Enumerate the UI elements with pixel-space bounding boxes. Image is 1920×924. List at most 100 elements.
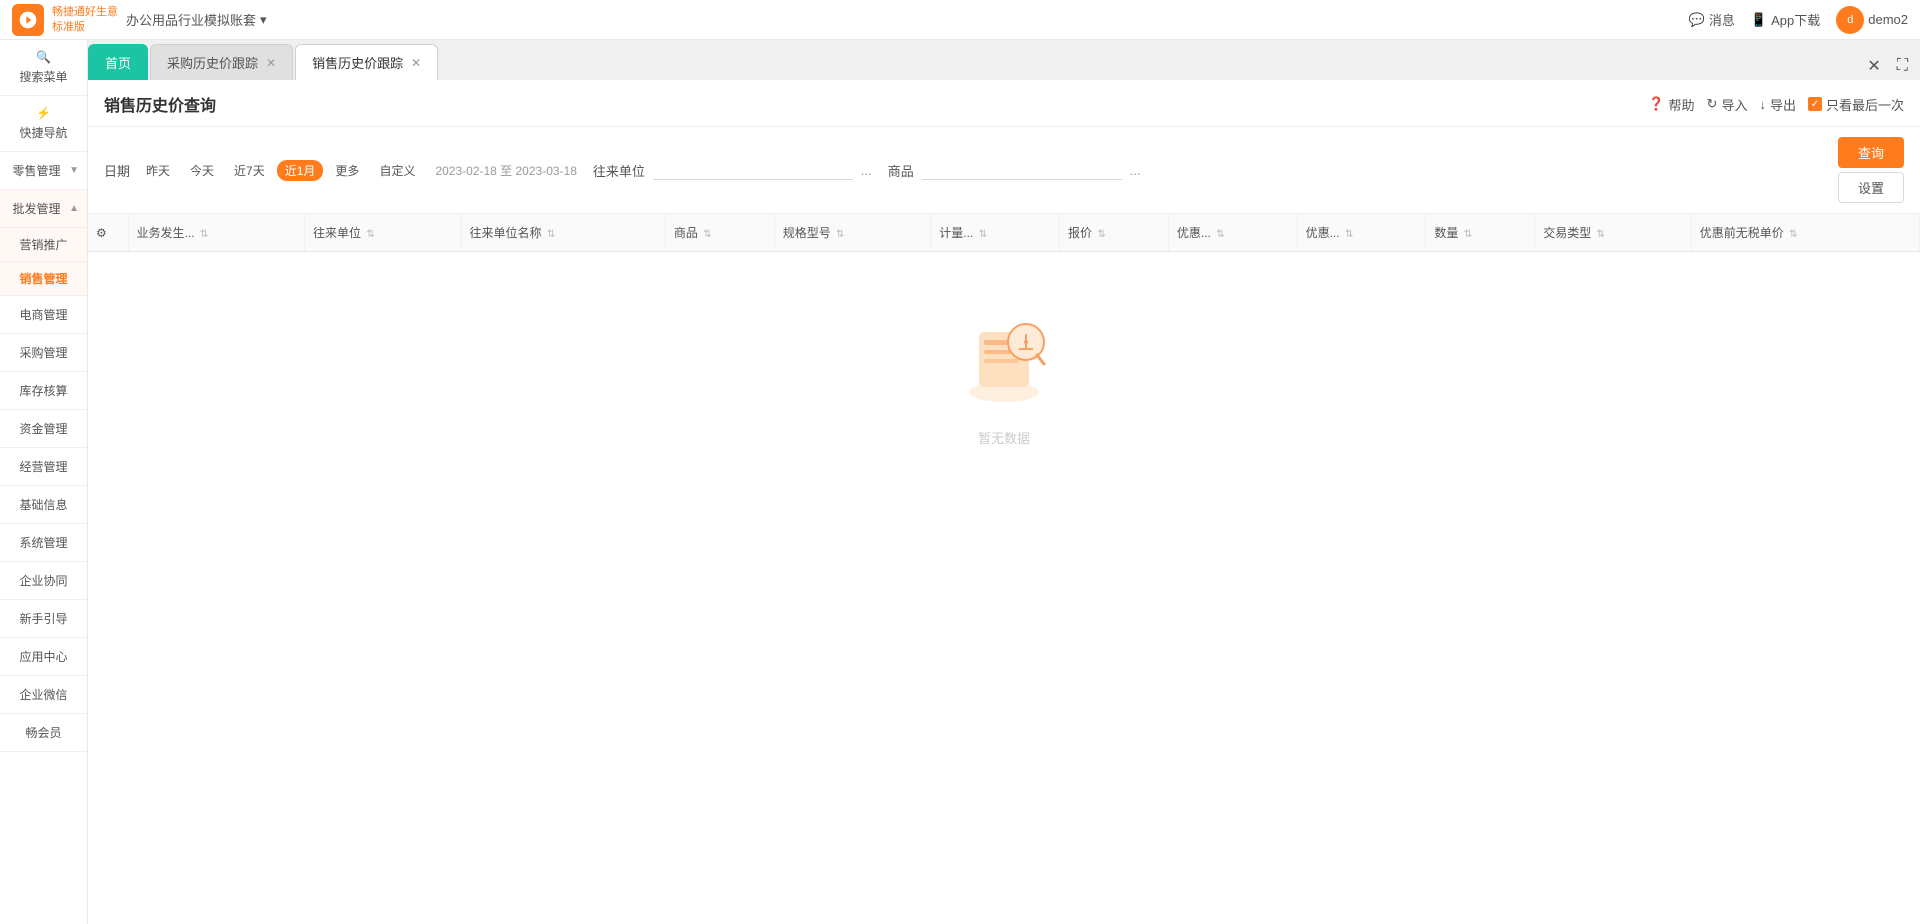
only-last-checkbox[interactable]: 只看最后一次 bbox=[1808, 95, 1904, 114]
sidebar-label-system: 系统管理 bbox=[19, 534, 67, 551]
sidebar-item-purchase[interactable]: 采购管理 bbox=[0, 334, 87, 372]
col-pretax-price[interactable]: 优惠前无税单价 ⇅ bbox=[1691, 214, 1919, 252]
sidebar-item-retail[interactable]: 零售管理 ▼ bbox=[0, 152, 87, 190]
sidebar-item-system[interactable]: 系统管理 bbox=[0, 524, 87, 562]
sidebar-item-wholesale[interactable]: 批发管理 ▲ bbox=[0, 190, 87, 228]
col-settings: ⚙ bbox=[88, 214, 128, 252]
page-content: 销售历史价查询 ❓ 帮助 ↻ 导入 ↓ 导出 bbox=[88, 80, 1920, 924]
maximize-btn[interactable]: ⛶ bbox=[1893, 53, 1912, 79]
export-btn[interactable]: ↓ 导出 bbox=[1759, 95, 1796, 114]
date-option-custom[interactable]: 自定义 bbox=[371, 160, 423, 181]
sort-icon-partner-name: ⇅ bbox=[547, 229, 555, 240]
chevron-down-icon: ▾ bbox=[260, 12, 267, 28]
date-option-today[interactable]: 今天 bbox=[182, 160, 222, 181]
sidebar-item-sales[interactable]: 销售管理 bbox=[0, 262, 87, 296]
date-filter-label: 日期 bbox=[104, 161, 130, 180]
app-download-btn[interactable]: 📱 App下载 bbox=[1751, 10, 1820, 29]
sidebar-label-wholesale: 批发管理 bbox=[8, 200, 65, 217]
col-discount1-label: 优惠... bbox=[1177, 226, 1211, 240]
col-partner-code[interactable]: 往来单位 ⇅ bbox=[304, 214, 461, 252]
col-goods-label: 商品 bbox=[674, 226, 698, 240]
col-biz-date[interactable]: 业务发生... ⇅ bbox=[128, 214, 304, 252]
date-option-7days[interactable]: 近7天 bbox=[226, 160, 273, 181]
filter-goods-group: 商品 ... bbox=[888, 160, 1141, 180]
col-quantity[interactable]: 数量 ⇅ bbox=[1426, 214, 1535, 252]
col-partner-code-label: 往来单位 bbox=[313, 226, 361, 240]
sidebar-item-marketing[interactable]: 营销推广 bbox=[0, 228, 87, 262]
sidebar-label-inventory: 库存核算 bbox=[19, 382, 67, 399]
sort-icon-unit: ⇅ bbox=[979, 229, 987, 240]
user-menu[interactable]: d demo2 bbox=[1836, 6, 1908, 34]
sort-icon-price: ⇅ bbox=[1097, 229, 1105, 240]
export-label: 导出 bbox=[1770, 95, 1796, 114]
date-option-1month[interactable]: 近1月 bbox=[277, 160, 324, 181]
tab-sales-track[interactable]: 销售历史价跟踪 ✕ bbox=[295, 44, 438, 80]
sidebar-item-finance[interactable]: 资金管理 bbox=[0, 410, 87, 448]
sidebar-item-ecommerce[interactable]: 电商管理 bbox=[0, 296, 87, 334]
sidebar-label-marketing: 营销推广 bbox=[19, 238, 67, 252]
sidebar-item-inventory[interactable]: 库存核算 bbox=[0, 372, 87, 410]
col-discount1[interactable]: 优惠... ⇅ bbox=[1168, 214, 1297, 252]
sidebar-item-search[interactable]: 🔍 搜索菜单 bbox=[0, 40, 87, 96]
table-settings-icon[interactable]: ⚙ bbox=[96, 226, 107, 240]
goods-input[interactable] bbox=[922, 160, 1122, 180]
col-partner-name-label: 往来单位名称 bbox=[470, 226, 542, 240]
close-all-tabs-btn[interactable]: ✕ bbox=[1863, 52, 1884, 80]
col-goods[interactable]: 商品 ⇅ bbox=[665, 214, 774, 252]
app-download-label: App下载 bbox=[1771, 10, 1820, 29]
sidebar-label-basic: 基础信息 bbox=[19, 496, 67, 513]
page-header-actions: ❓ 帮助 ↻ 导入 ↓ 导出 只看最后一次 bbox=[1648, 95, 1904, 114]
sidebar-item-app-center[interactable]: 应用中心 bbox=[0, 638, 87, 676]
date-option-yesterday[interactable]: 昨天 bbox=[138, 160, 178, 181]
query-button[interactable]: 查询 bbox=[1838, 137, 1904, 168]
col-quantity-label: 数量 bbox=[1434, 226, 1458, 240]
help-btn[interactable]: ❓ 帮助 bbox=[1648, 95, 1694, 114]
sidebar-item-corp-collab[interactable]: 企业协同 bbox=[0, 562, 87, 600]
sidebar-item-corp-wechat[interactable]: 企业微信 bbox=[0, 676, 87, 714]
sidebar-label-ecommerce: 电商管理 bbox=[19, 306, 67, 323]
sidebar-label-app-center: 应用中心 bbox=[19, 648, 67, 665]
sidebar-item-basic[interactable]: 基础信息 bbox=[0, 486, 87, 524]
tab-home[interactable]: 首页 bbox=[88, 44, 148, 80]
message-label: 消息 bbox=[1709, 10, 1735, 29]
table-area: ⚙ 业务发生... ⇅ 往来单位 ⇅ 往来单位名称 bbox=[88, 214, 1920, 924]
data-table: ⚙ 业务发生... ⇅ 往来单位 ⇅ 往来单位名称 bbox=[88, 214, 1920, 252]
sales-track-label: 销售历史价跟踪 bbox=[312, 53, 403, 72]
page-header: 销售历史价查询 ❓ 帮助 ↻ 导入 ↓ 导出 bbox=[88, 80, 1920, 127]
message-btn[interactable]: 💬 消息 bbox=[1689, 10, 1735, 29]
col-discount2[interactable]: 优惠... ⇅ bbox=[1297, 214, 1426, 252]
col-trade-type[interactable]: 交易类型 ⇅ bbox=[1535, 214, 1692, 252]
chevron-up-icon: ▲ bbox=[69, 203, 79, 214]
user-label: demo2 bbox=[1868, 12, 1908, 27]
app-selector[interactable]: 办公用品行业模拟账套 ▾ bbox=[126, 10, 267, 29]
empty-text: 暂无数据 bbox=[978, 428, 1030, 447]
help-icon: ❓ bbox=[1648, 96, 1664, 112]
col-spec[interactable]: 规格型号 ⇅ bbox=[774, 214, 931, 252]
sidebar-item-newbie[interactable]: 新手引导 bbox=[0, 600, 87, 638]
sidebar-item-member[interactable]: 畅会员 bbox=[0, 714, 87, 752]
sidebar-item-quick-nav[interactable]: ⚡ 快捷导航 bbox=[0, 96, 87, 152]
sort-icon-spec: ⇅ bbox=[836, 229, 844, 240]
tab-close-sales[interactable]: ✕ bbox=[411, 57, 421, 69]
col-unit-label: 计量... bbox=[939, 226, 973, 240]
sidebar-label-purchase: 采购管理 bbox=[19, 344, 67, 361]
filter-date-group: 日期 昨天 今天 近7天 近1月 更多 自定义 2023-02-18 至 202… bbox=[104, 160, 577, 181]
settings-button[interactable]: 设置 bbox=[1838, 172, 1904, 203]
partner-input[interactable] bbox=[653, 160, 853, 180]
date-option-more[interactable]: 更多 bbox=[327, 160, 367, 181]
export-icon: ↓ bbox=[1759, 97, 1766, 112]
sidebar-item-operations[interactable]: 经营管理 bbox=[0, 448, 87, 486]
tab-purchase-track[interactable]: 采购历史价跟踪 ✕ bbox=[150, 44, 293, 80]
sidebar-label-retail: 零售管理 bbox=[8, 162, 65, 179]
empty-state: 暂无数据 bbox=[88, 252, 1920, 507]
tab-close-purchase[interactable]: ✕ bbox=[266, 57, 276, 69]
empty-icon bbox=[954, 312, 1054, 412]
tab-bar-actions: ✕ ⛶ bbox=[1863, 52, 1920, 80]
checkbox-checked-icon bbox=[1808, 97, 1822, 111]
import-btn[interactable]: ↻ 导入 bbox=[1707, 95, 1748, 114]
col-price-label: 报价 bbox=[1068, 226, 1092, 240]
col-unit[interactable]: 计量... ⇅ bbox=[931, 214, 1060, 252]
col-partner-name[interactable]: 往来单位名称 ⇅ bbox=[461, 214, 665, 252]
col-price[interactable]: 报价 ⇅ bbox=[1060, 214, 1169, 252]
sort-icon-partner: ⇅ bbox=[366, 229, 374, 240]
